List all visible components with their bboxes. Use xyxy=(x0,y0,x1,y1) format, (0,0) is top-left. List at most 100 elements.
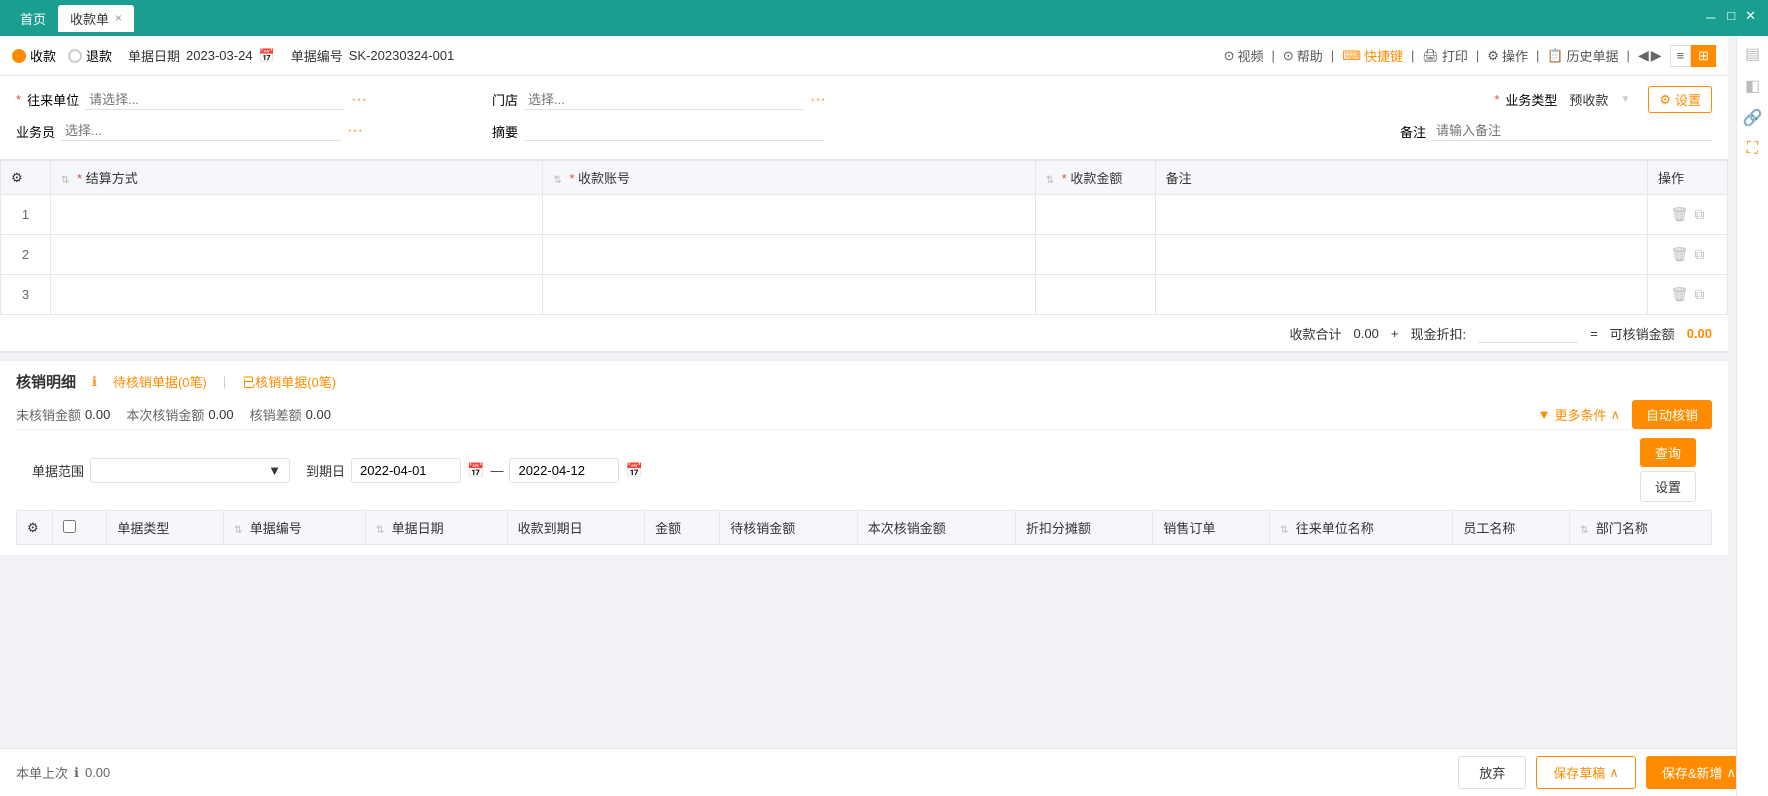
delete-row-2-icon[interactable]: 🗑 xyxy=(1671,246,1689,263)
refund-radio[interactable]: 退款 xyxy=(68,46,112,65)
operations-btn[interactable]: ⚙ 操作 xyxy=(1487,46,1528,65)
notes-input[interactable] xyxy=(1432,121,1712,141)
query-btn[interactable]: 查询 xyxy=(1640,438,1696,467)
copy-row-1-icon[interactable]: ⧉ xyxy=(1694,206,1704,223)
sec-col-staff-header: 员工名称 xyxy=(1453,511,1570,545)
counterpart-field: * 往来单位 ··· xyxy=(16,90,476,110)
counterpart-more-btn[interactable]: ··· xyxy=(351,91,367,109)
note-input-3[interactable] xyxy=(1156,275,1647,314)
delete-row-3-icon[interactable]: 🗑 xyxy=(1671,286,1689,303)
date-to-input[interactable] xyxy=(509,458,619,483)
shortcuts-btn[interactable]: ⌨ 快捷键 xyxy=(1342,46,1403,65)
list-view-btn[interactable]: ≡ xyxy=(1670,45,1692,67)
close-btn[interactable]: ✕ xyxy=(1745,8,1756,27)
doc-date-field: 单据日期 2023-03-24 📅 xyxy=(128,46,275,65)
verify-stats: 未核销金额 0.00 本次核销金额 0.00 核销差额 0.00 xyxy=(16,405,331,424)
row-3-account[interactable] xyxy=(543,275,1035,315)
amount-input-3[interactable] xyxy=(1036,275,1155,314)
home-tab[interactable]: 首页 xyxy=(8,5,58,32)
summary-input[interactable] xyxy=(524,121,824,141)
row-3-note[interactable] xyxy=(1155,275,1647,315)
receive-radio[interactable]: 收款 xyxy=(12,46,56,65)
form-row-1: * 往来单位 ··· 门店 ··· * 业务类型 预收款 ▼ ⚙ 设置 xyxy=(16,86,1712,113)
current-tab[interactable]: 收款单 × xyxy=(58,5,134,32)
delete-row-1-icon[interactable]: 🗑 xyxy=(1671,206,1689,223)
sec-col-current-header: 本次核销金额 xyxy=(857,511,1015,545)
settings-button[interactable]: ⚙ 设置 xyxy=(1648,86,1712,113)
account-input-3[interactable] xyxy=(543,275,1034,314)
calendar-to-icon[interactable]: 📅 xyxy=(625,462,642,479)
next-arrow[interactable]: ▶ xyxy=(1651,47,1662,64)
row-1-method[interactable] xyxy=(51,195,543,235)
range-select[interactable]: ▼ xyxy=(90,458,290,483)
sidebar-icon-3[interactable]: 🔗 xyxy=(1743,108,1763,128)
row-idx-1: 1 xyxy=(1,195,51,235)
sec-col-discount-header: 折扣分摊额 xyxy=(1015,511,1152,545)
note-input-2[interactable] xyxy=(1156,235,1647,274)
video-btn[interactable]: ⊙ 视频 xyxy=(1224,46,1264,65)
row-2-account[interactable] xyxy=(543,235,1035,275)
secondary-table: ⚙ 单据类型 ⇅ 单据编号 ⇅ 单据日期 xyxy=(16,510,1712,545)
col-note-header: 备注 xyxy=(1155,161,1647,195)
payment-table: ⚙ ⇅ * 结算方式 ⇅ * 收款账号 ⇅ * 收款金额 xyxy=(0,160,1728,315)
row-idx-2: 2 xyxy=(1,235,51,275)
sidebar-icon-1[interactable]: ▤ xyxy=(1745,44,1760,64)
maximize-btn[interactable]: □ xyxy=(1727,8,1735,27)
staff-input[interactable] xyxy=(61,121,341,141)
payment-method-input-1[interactable] xyxy=(51,195,542,234)
auto-verify-btn[interactable]: 自动核销 xyxy=(1632,400,1712,429)
shop-more-btn[interactable]: ··· xyxy=(810,91,826,109)
row-1-note[interactable] xyxy=(1155,195,1647,235)
row-1-amount[interactable] xyxy=(1035,195,1155,235)
filter-settings-btn[interactable]: 设置 xyxy=(1640,471,1696,502)
close-tab-icon[interactable]: × xyxy=(115,11,122,25)
print-btn[interactable]: 🖨 打印 xyxy=(1422,46,1468,65)
date-from-input[interactable] xyxy=(351,458,461,483)
row-3-method[interactable] xyxy=(51,275,543,315)
staff-more-btn[interactable]: ··· xyxy=(347,122,363,140)
bottom-actions: 放弃 保存草稿 ∧ 保存&新增 ∧ xyxy=(1458,756,1752,789)
minimize-btn[interactable]: － xyxy=(1704,8,1717,27)
row-2-method[interactable] xyxy=(51,235,543,275)
done-tab[interactable]: 已核销单据(0笔) xyxy=(242,372,336,391)
account-input-2[interactable] xyxy=(543,235,1034,274)
verify-info-icon[interactable]: ℹ xyxy=(92,374,97,390)
pending-tab[interactable]: 待核销单据(0笔) xyxy=(113,372,207,391)
row-1-account[interactable] xyxy=(543,195,1035,235)
discount-input[interactable] xyxy=(1478,323,1578,343)
payment-method-input-3[interactable] xyxy=(51,275,542,314)
account-input-1[interactable] xyxy=(543,195,1034,234)
row-2-note[interactable] xyxy=(1155,235,1647,275)
video-icon: ⊙ xyxy=(1224,48,1235,64)
receive-radio-dot xyxy=(12,49,26,63)
discard-btn[interactable]: 放弃 xyxy=(1458,756,1526,789)
history-btn[interactable]: 📋 历史单据 xyxy=(1547,46,1618,65)
business-type-arrow[interactable]: ▼ xyxy=(1620,94,1630,105)
row-3-amount[interactable] xyxy=(1035,275,1155,315)
checkbox-header: ⚙ xyxy=(17,511,53,545)
shop-input[interactable] xyxy=(524,90,804,110)
sidebar-icon-2[interactable]: ◧ xyxy=(1745,76,1760,96)
table-row: 3 🗑 ⧉ xyxy=(1,275,1728,315)
counterpart-input[interactable] xyxy=(85,90,345,110)
gear-header[interactable]: ⚙ xyxy=(1,161,51,195)
calendar-icon[interactable]: 📅 xyxy=(259,48,275,64)
copy-row-3-icon[interactable]: ⧉ xyxy=(1694,286,1704,303)
payment-method-input-2[interactable] xyxy=(51,235,542,274)
row-2-amount[interactable] xyxy=(1035,235,1155,275)
calendar-from-icon[interactable]: 📅 xyxy=(467,462,484,479)
table-row: 2 🗑 ⧉ xyxy=(1,235,1728,275)
prev-arrow[interactable]: ◀ xyxy=(1638,47,1649,64)
amount-input-1[interactable] xyxy=(1036,195,1155,234)
help-btn[interactable]: ⊙ 帮助 xyxy=(1283,46,1323,65)
row-3-actions: 🗑 ⧉ xyxy=(1648,275,1728,315)
note-input-1[interactable] xyxy=(1156,195,1647,234)
sidebar-icon-4[interactable]: ⛶ xyxy=(1747,140,1758,158)
amount-input-2[interactable] xyxy=(1036,235,1155,274)
detail-view-btn[interactable]: ⊞ xyxy=(1691,45,1716,67)
copy-row-2-icon[interactable]: ⧉ xyxy=(1694,246,1704,263)
gear-sec-icon[interactable]: ⚙ xyxy=(27,520,39,535)
save-draft-btn[interactable]: 保存草稿 ∧ xyxy=(1536,756,1636,789)
more-conditions-btn[interactable]: ▼ 更多条件 ∧ xyxy=(1538,405,1620,424)
select-all-checkbox[interactable] xyxy=(63,520,76,533)
